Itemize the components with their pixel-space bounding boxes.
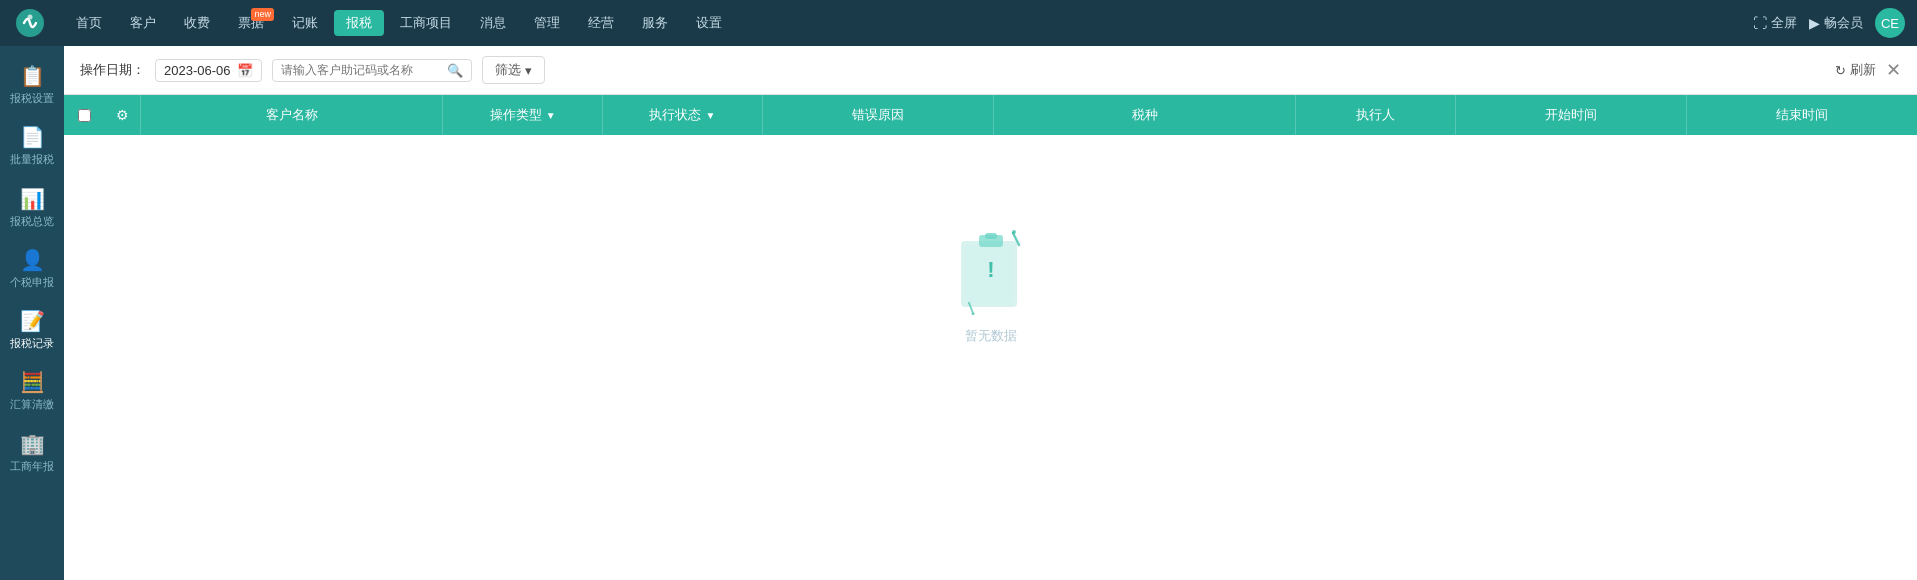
sidebar-item-汇算清缴[interactable]: 🧮 汇算清缴 — [0, 360, 64, 421]
sidebar: 📋 报税设置 📄 批量报税 📊 报税总览 👤 个税申报 📝 报税记录 🧮 汇算清缴 🏢 工商年报 — [0, 46, 64, 580]
sidebar-label-报税设置: 报税设置 — [10, 91, 54, 105]
content-area: 操作日期： 2023-06-06 📅 🔍 筛选 ▾ ↻ 刷新 ✕ — [64, 46, 1917, 580]
col-header-error: 错误原因 — [762, 95, 993, 135]
top-navigation: 首页客户收费票据new记账报税工商项目消息管理经营服务设置 ⛶ 全屏 ▶ 畅会员… — [0, 0, 1917, 46]
fullscreen-button[interactable]: ⛶ 全屏 — [1753, 14, 1797, 32]
nav-item-票据[interactable]: 票据new — [226, 10, 276, 36]
toolbar: 操作日期： 2023-06-06 📅 🔍 筛选 ▾ ↻ 刷新 ✕ — [64, 46, 1917, 95]
refresh-button[interactable]: ↻ 刷新 — [1835, 61, 1876, 79]
nav-item-管理[interactable]: 管理 — [522, 10, 572, 36]
svg-point-1 — [28, 15, 33, 20]
svg-rect-5 — [985, 233, 997, 239]
fullscreen-label: 全屏 — [1771, 14, 1797, 32]
avatar[interactable]: CE — [1875, 8, 1905, 38]
nav-item-经营[interactable]: 经营 — [576, 10, 626, 36]
app-logo[interactable] — [12, 5, 48, 41]
checkbox-all[interactable] — [78, 109, 91, 122]
svg-text:!: ! — [987, 257, 994, 282]
sidebar-item-个税申报[interactable]: 👤 个税申报 — [0, 238, 64, 299]
sidebar-icon-工商年报: 🏢 — [20, 432, 45, 456]
chevron-down-icon: ▾ — [525, 63, 532, 78]
nav-item-报税[interactable]: 报税 — [334, 10, 384, 36]
sidebar-icon-报税记录: 📝 — [20, 309, 45, 333]
sidebar-icon-汇算清缴: 🧮 — [20, 370, 45, 394]
table-container: ⚙ 客户名称 操作类型 ▼ 执行状态 ▼ 错误原因 税种 — [64, 95, 1917, 580]
col-header-tax-type: 税种 — [993, 95, 1295, 135]
sidebar-item-报税总览[interactable]: 📊 报税总览 — [0, 177, 64, 238]
table-header: ⚙ 客户名称 操作类型 ▼ 执行状态 ▼ 错误原因 税种 — [64, 95, 1917, 135]
sidebar-label-批量报税: 批量报税 — [10, 152, 54, 166]
sidebar-label-报税总览: 报税总览 — [10, 214, 54, 228]
select-all-checkbox[interactable] — [64, 95, 104, 135]
sidebar-label-汇算清缴: 汇算清缴 — [10, 397, 54, 411]
empty-state: ! 暂无数据 — [64, 135, 1917, 435]
nav-item-客户[interactable]: 客户 — [118, 10, 168, 36]
refresh-label: 刷新 — [1850, 61, 1876, 79]
col-header-start-time: 开始时间 — [1455, 95, 1686, 135]
search-icon: 🔍 — [447, 63, 463, 78]
col-header-op-type: 操作类型 ▼ — [442, 95, 602, 135]
col-header-exec-status: 执行状态 ▼ — [602, 95, 762, 135]
sidebar-icon-个税申报: 👤 — [20, 248, 45, 272]
empty-illustration: ! — [951, 225, 1031, 315]
date-value: 2023-06-06 — [164, 63, 231, 78]
date-input[interactable]: 2023-06-06 📅 — [155, 59, 262, 82]
member-label: 畅会员 — [1824, 14, 1863, 32]
nav-item-消息[interactable]: 消息 — [468, 10, 518, 36]
col-header-end-time: 结束时间 — [1686, 95, 1917, 135]
sidebar-label-个税申报: 个税申报 — [10, 275, 54, 289]
sidebar-icon-批量报税: 📄 — [20, 125, 45, 149]
main-layout: 📋 报税设置 📄 批量报税 📊 报税总览 👤 个税申报 📝 报税记录 🧮 汇算清缴 🏢 工商年报 操作日期… — [0, 46, 1917, 580]
member-button[interactable]: ▶ 畅会员 — [1809, 14, 1863, 32]
sidebar-item-报税设置[interactable]: 📋 报税设置 — [0, 54, 64, 115]
sidebar-icon-报税总览: 📊 — [20, 187, 45, 211]
close-button[interactable]: ✕ — [1886, 61, 1901, 79]
search-input[interactable] — [281, 63, 441, 77]
nav-badge-票据: new — [251, 8, 274, 21]
sidebar-label-工商年报: 工商年报 — [10, 459, 54, 473]
sidebar-item-工商年报[interactable]: 🏢 工商年报 — [0, 422, 64, 483]
nav-item-设置[interactable]: 设置 — [684, 10, 734, 36]
nav-items: 首页客户收费票据new记账报税工商项目消息管理经营服务设置 — [64, 10, 1753, 36]
nav-item-首页[interactable]: 首页 — [64, 10, 114, 36]
sort-icon-exec-status: ▼ — [705, 110, 715, 121]
filter-label: 筛选 — [495, 61, 521, 79]
nav-item-记账[interactable]: 记账 — [280, 10, 330, 36]
empty-text: 暂无数据 — [965, 327, 1017, 345]
date-label: 操作日期： — [80, 61, 145, 79]
col-header-name: 客户名称 — [140, 95, 442, 135]
settings-column-icon[interactable]: ⚙ — [104, 107, 140, 123]
sidebar-icon-报税设置: 📋 — [20, 64, 45, 88]
filter-button[interactable]: 筛选 ▾ — [482, 56, 545, 84]
svg-point-8 — [1012, 230, 1016, 234]
avatar-text: CE — [1881, 16, 1899, 31]
nav-item-工商项目[interactable]: 工商项目 — [388, 10, 464, 36]
sort-icon-op-type: ▼ — [546, 110, 556, 121]
sidebar-item-报税记录[interactable]: 📝 报税记录 — [0, 299, 64, 360]
nav-item-服务[interactable]: 服务 — [630, 10, 680, 36]
sidebar-label-报税记录: 报税记录 — [10, 336, 54, 350]
col-header-executor: 执行人 — [1295, 95, 1455, 135]
sidebar-item-批量报税[interactable]: 📄 批量报税 — [0, 115, 64, 176]
top-nav-right: ⛶ 全屏 ▶ 畅会员 CE — [1753, 8, 1905, 38]
search-input-wrap[interactable]: 🔍 — [272, 59, 472, 82]
calendar-icon: 📅 — [237, 63, 253, 78]
refresh-icon: ↻ — [1835, 63, 1846, 78]
nav-item-收费[interactable]: 收费 — [172, 10, 222, 36]
